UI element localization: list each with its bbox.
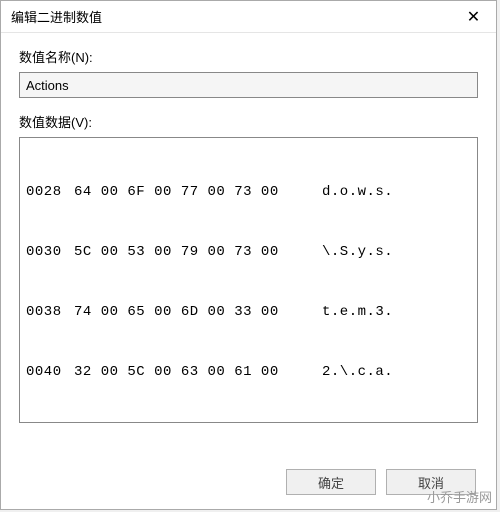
hex-bytes: 64 00 6F 00 77 00 73 00	[74, 182, 314, 202]
hex-ascii: d.o.w.s.	[314, 182, 393, 202]
close-icon: ✕	[467, 7, 480, 27]
hex-editor[interactable]: 0028 64 00 6F 00 77 00 73 00 d.o.w.s. 00…	[19, 137, 478, 423]
hex-bytes: 74 00 65 00 6D 00 33 00	[74, 302, 314, 322]
hex-row: 0030 5C 00 53 00 79 00 73 00 \.S.y.s.	[26, 242, 471, 262]
dialog-title: 编辑二进制数值	[11, 7, 102, 26]
cancel-button[interactable]: 取消	[386, 469, 476, 495]
hex-bytes: 5C 00 53 00 79 00 73 00	[74, 242, 314, 262]
hex-bytes: 32 00 5C 00 63 00 61 00	[74, 362, 314, 382]
hex-ascii: \.S.y.s.	[314, 242, 393, 262]
hex-ascii: t.e.m.3.	[314, 302, 393, 322]
edit-binary-dialog: 编辑二进制数值 ✕ 数值名称(N): 数值数据(V): 0028 64 00 6…	[0, 0, 497, 510]
ok-button[interactable]: 确定	[286, 469, 376, 495]
hex-row: 0038 74 00 65 00 6D 00 33 00 t.e.m.3.	[26, 302, 471, 322]
hex-ascii: 2.\.c.a.	[314, 362, 393, 382]
hex-offset: 0030	[26, 242, 74, 262]
value-name-input[interactable]	[19, 72, 478, 98]
hex-row: 0040 32 00 5C 00 63 00 61 00 2.\.c.a.	[26, 362, 471, 382]
button-row: 确定 取消	[286, 469, 476, 495]
hex-row: 0048 6C 00 63 00 2E 00 65 00 l.c...e.	[26, 422, 471, 423]
titlebar: 编辑二进制数值 ✕	[1, 1, 496, 33]
dialog-content: 数值名称(N): 数值数据(V): 0028 64 00 6F 00 77 00…	[1, 33, 496, 433]
hex-offset: 0038	[26, 302, 74, 322]
hex-offset: 0048	[26, 422, 74, 423]
hex-row: 0028 64 00 6F 00 77 00 73 00 d.o.w.s.	[26, 182, 471, 202]
close-button[interactable]: ✕	[451, 1, 496, 33]
value-name-label: 数值名称(N):	[19, 47, 478, 66]
hex-bytes: 6C 00 63 00 2E 00 65 00	[74, 422, 314, 423]
hex-ascii: l.c...e.	[314, 422, 393, 423]
hex-offset: 0040	[26, 362, 74, 382]
value-data-label: 数值数据(V):	[19, 112, 478, 131]
hex-offset: 0028	[26, 182, 74, 202]
